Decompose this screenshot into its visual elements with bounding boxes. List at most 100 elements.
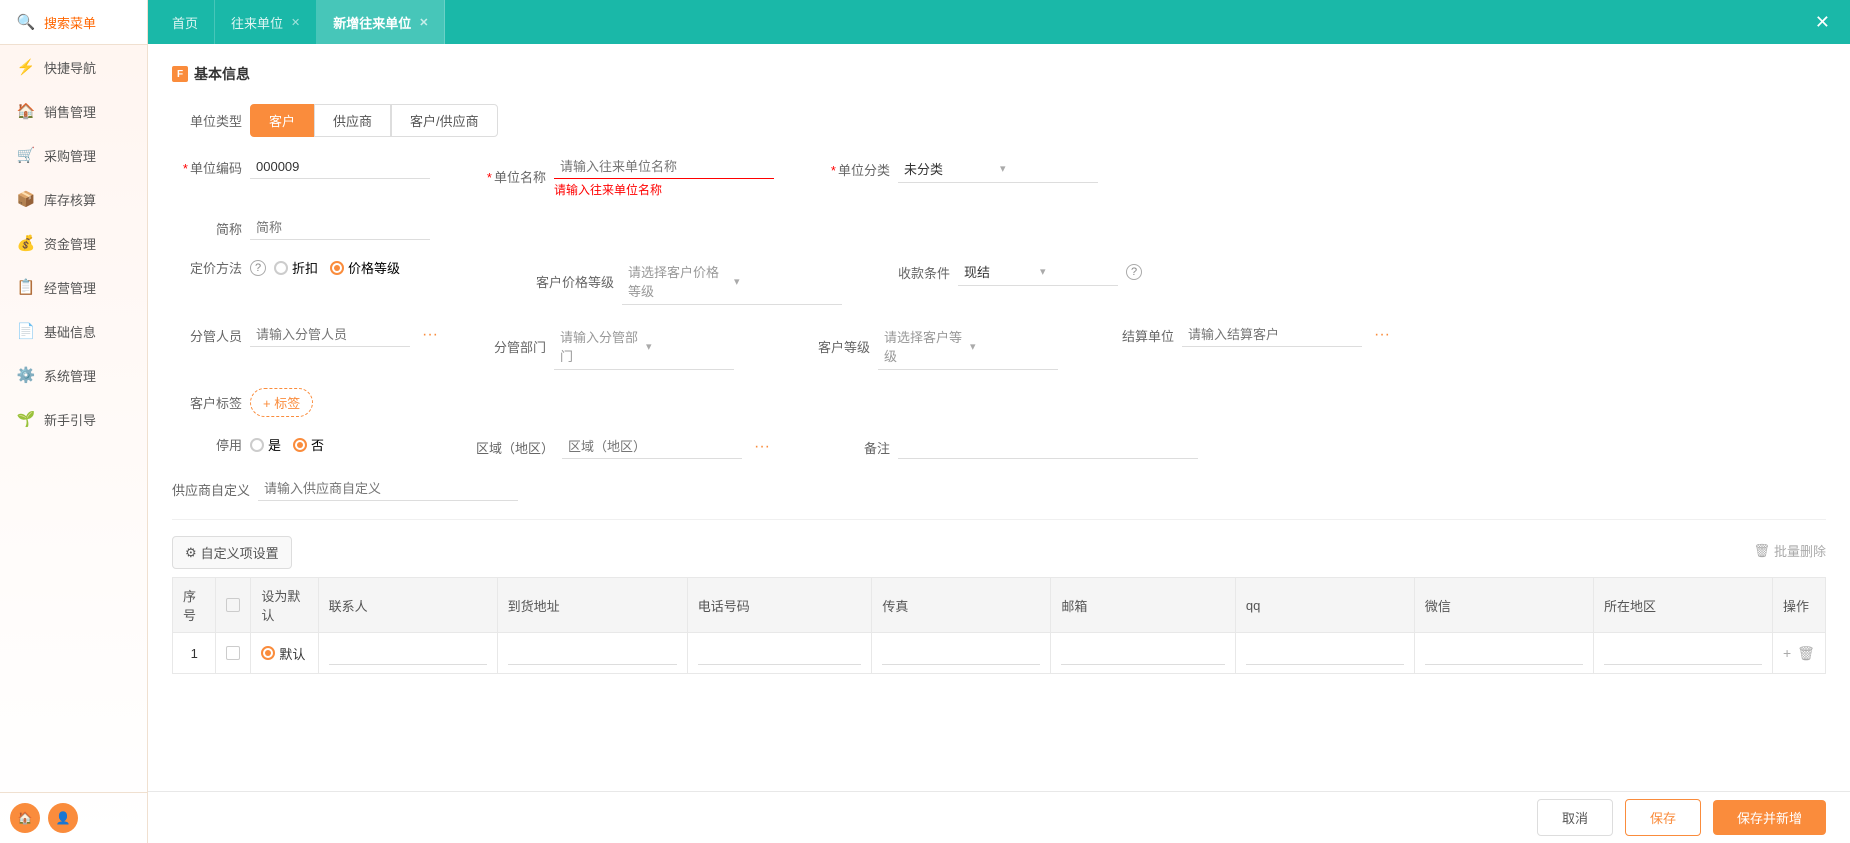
unit-type-btn-group: 客户 供应商 客户/供应商 [250,104,498,137]
sidebar-item-sales[interactable]: 🏠 销售管理 [0,89,147,133]
row-qq [1235,633,1414,674]
sidebar-item-finance[interactable]: 💰 资金管理 [0,221,147,265]
customer-price-level-select[interactable]: 请选择客户价格等级 ▾ [622,258,842,305]
sidebar-item-label: 搜索菜单 [44,13,96,32]
fax-input[interactable] [882,641,1040,665]
sidebar-item-quick-nav[interactable]: ⚡ 快捷导航 [0,45,147,89]
supplier-custom-input[interactable] [258,477,518,501]
pricing-radio-price-level[interactable]: 价格等级 [330,258,400,277]
contact-input[interactable] [329,641,487,665]
window-close-btn[interactable]: ✕ [1803,12,1842,33]
col-checkbox [216,578,251,633]
unit-name-input[interactable] [554,155,774,179]
unit-category-value: 未分类 [904,159,996,178]
sidebar-item-purchase[interactable]: 🛒 采购管理 [0,133,147,177]
save-button[interactable]: 保存 [1625,799,1701,836]
region-input[interactable] [562,435,742,459]
type-btn-supplier[interactable]: 供应商 [314,104,391,137]
type-btn-customer[interactable]: 客户 [250,104,314,137]
add-tag-btn[interactable]: + 标签 [250,388,313,417]
disabled-radio-no[interactable]: 否 [293,435,324,454]
payment-terms-select[interactable]: 现结 ▾ [958,258,1118,286]
email-input[interactable] [1061,641,1225,665]
delete-row-btn[interactable]: 🗑 [1797,645,1815,662]
col-seq: 序号 [173,578,216,633]
bottom-bar: 取消 保存 保存并新增 [148,791,1850,843]
region-more-btn[interactable]: ··· [750,438,774,456]
home-footer-btn[interactable]: 🏠 [10,803,40,833]
batch-delete-btn[interactable]: 🗑 批量删除 [1753,541,1826,560]
sidebar-item-system[interactable]: ⚙️ 系统管理 [0,353,147,397]
tab-partner-list[interactable]: 往来单位 ✕ [215,0,317,44]
department-select[interactable]: 请输入分管部门 ▾ [554,323,734,370]
save-and-new-button[interactable]: 保存并新增 [1713,800,1826,835]
phone-input[interactable] [698,641,862,665]
unit-category-select[interactable]: 未分类 ▾ [898,155,1098,183]
custom-settings-btn[interactable]: ⚙ 自定义项设置 [172,536,292,569]
batch-delete-icon: 🗑 [1753,543,1770,559]
header-checkbox[interactable] [226,598,240,612]
col-contact: 联系人 [318,578,497,633]
cancel-button[interactable]: 取消 [1537,799,1613,836]
row-default-radio[interactable]: 默认 [261,644,307,663]
col-default: 设为默认 [251,578,318,633]
quick-nav-icon: ⚡ [16,57,36,77]
tab-close-icon[interactable]: ✕ [419,16,428,29]
short-name-row: 简称 [172,216,1826,240]
remarks-group: 备注 [820,435,1198,459]
customer-level-select[interactable]: 请选择客户等级 ▾ [878,323,1058,370]
batch-delete-label: 批量删除 [1774,541,1826,560]
disabled-radio-yes[interactable]: 是 [250,435,281,454]
add-row-btn[interactable]: + [1783,645,1791,661]
user-footer-btn[interactable]: 👤 [48,803,78,833]
row-checkbox[interactable] [226,646,240,660]
price-level-radio-circle [330,261,344,275]
unit-code-group: *单位编码 [172,155,452,179]
manager-more-btn[interactable]: ··· [418,326,442,344]
customer-level-label: 客户等级 [800,337,870,356]
settlement-unit-label: 结算单位 [1104,326,1174,345]
payment-terms-label: 收款条件 [880,263,950,282]
sidebar-item-search[interactable]: 🔍 搜索菜单 [0,0,147,45]
tags-row: 客户标签 + 标签 [172,388,1826,417]
area-input[interactable] [1604,641,1762,665]
search-icon: 🔍 [16,12,36,32]
inventory-icon: 📦 [16,189,36,209]
sidebar-item-inventory[interactable]: 📦 库存核算 [0,177,147,221]
section-title: 基本信息 [194,64,250,84]
price-level-label: 价格等级 [348,258,400,277]
tab-close-icon[interactable]: ✕ [291,16,300,29]
row-address [497,633,687,674]
table-header-row: 序号 设为默认 联系人 到货地址 电话号码 传真 邮箱 qq 微信 所在地区 操… [173,578,1826,633]
wechat-input[interactable] [1425,641,1583,665]
sidebar-item-basic-info[interactable]: 📄 基础信息 [0,309,147,353]
unit-code-input[interactable] [250,155,430,179]
sidebar-item-label: 采购管理 [44,146,96,165]
manager-input[interactable] [250,323,410,347]
sidebar-item-beginner[interactable]: 🌱 新手引导 [0,397,147,441]
sidebar-item-label: 库存核算 [44,190,96,209]
table-row: 1 默认 [173,633,1826,674]
settlement-unit-input[interactable] [1182,323,1362,347]
manager-group: 分管人员 ··· [172,323,452,347]
short-name-input[interactable] [250,216,430,240]
pricing-method-group: 定价方法 ? 折扣 价格等级 [172,258,512,277]
settlement-unit-more-btn[interactable]: ··· [1370,326,1394,344]
address-input[interactable] [508,641,677,665]
col-area: 所在地区 [1593,578,1772,633]
qq-input[interactable] [1246,641,1404,665]
short-name-label: 简称 [172,219,242,238]
chevron-down-icon: ▾ [970,340,1052,353]
sidebar-item-operations[interactable]: 📋 经营管理 [0,265,147,309]
remarks-input[interactable] [898,435,1198,459]
tags-group: 客户标签 + 标签 [172,388,1826,417]
customer-price-level-placeholder: 请选择客户价格等级 [628,262,730,300]
tab-home[interactable]: 首页 [156,0,215,44]
type-btn-both[interactable]: 客户/供应商 [391,104,498,137]
tab-new-partner[interactable]: 新增往来单位 ✕ [317,0,445,44]
pricing-radio-discount[interactable]: 折扣 [274,258,318,277]
pricing-help-icon[interactable]: ? [250,260,266,276]
sales-icon: 🏠 [16,101,36,121]
supplier-custom-group: 供应商自定义 [172,477,1826,501]
payment-terms-help-icon[interactable]: ? [1126,264,1142,280]
